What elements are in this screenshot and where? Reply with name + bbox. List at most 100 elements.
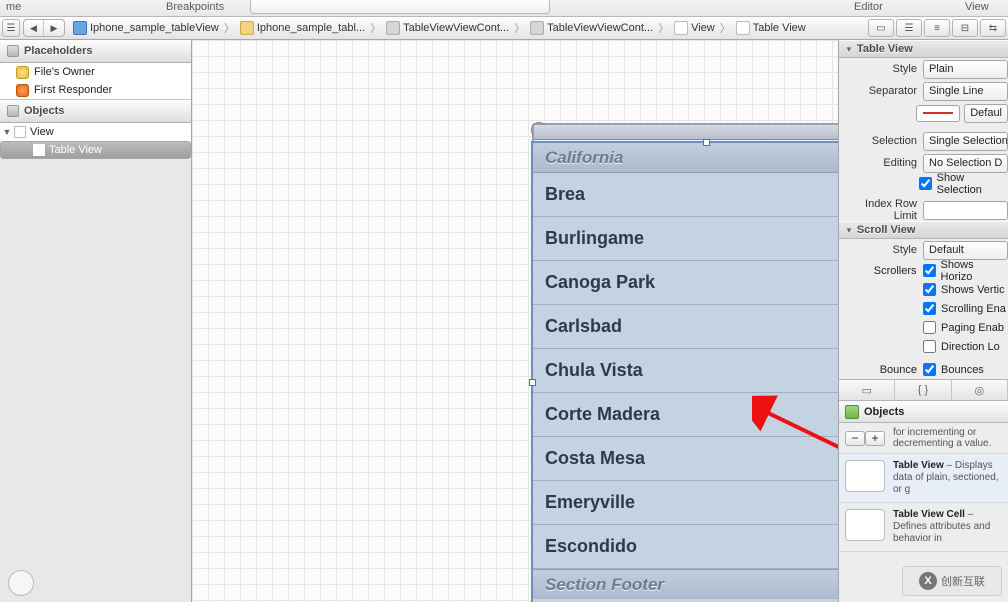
thumb-icon bbox=[845, 509, 885, 541]
table-cell[interactable]: Costa Mesa bbox=[533, 437, 838, 481]
crumb-label: View bbox=[691, 22, 715, 34]
direction-lock-checkbox[interactable] bbox=[923, 340, 936, 353]
library-header[interactable]: Objects bbox=[839, 401, 1008, 423]
bounces-checkbox[interactable] bbox=[923, 363, 936, 376]
table-cell[interactable]: Burlingame bbox=[533, 217, 838, 261]
table-cell[interactable]: Emeryville bbox=[533, 481, 838, 525]
device-frame[interactable]: ✕ California Brea Burlingame Canoga Park… bbox=[532, 123, 838, 602]
crumb-project[interactable]: Iphone_sample_tableView bbox=[69, 17, 223, 40]
scrolling-enabled-checkbox[interactable] bbox=[923, 302, 936, 315]
table-view[interactable]: California Brea Burlingame Canoga Park C… bbox=[531, 141, 838, 602]
stepper-minus-button[interactable]: − bbox=[845, 431, 865, 446]
resize-handle-left[interactable] bbox=[529, 379, 536, 386]
view-icon bbox=[14, 126, 26, 138]
menu-view[interactable]: View bbox=[965, 1, 989, 13]
library-object-tab[interactable]: ◎ bbox=[952, 380, 1008, 400]
outline-tableview-row[interactable]: Table View bbox=[0, 141, 191, 159]
chevron-right-icon: 〉 bbox=[657, 20, 670, 36]
inspector-panel: ▼Table View StylePlain SeparatorSingle L… bbox=[838, 40, 1008, 602]
field-label: Scrollers bbox=[843, 265, 923, 277]
crumb-folder[interactable]: Iphone_sample_tabl... bbox=[236, 17, 369, 40]
table-cell[interactable]: Brea bbox=[533, 173, 838, 217]
related-items-button[interactable]: ☰ bbox=[2, 19, 20, 37]
identity-inspector-tab[interactable]: ≡ bbox=[924, 19, 950, 37]
library-tabstrip: ▭ { } ◎ bbox=[839, 379, 1008, 401]
table-view-section-header[interactable]: ▼Table View bbox=[839, 40, 1008, 58]
disclosure-triangle-icon[interactable]: ▼ bbox=[845, 226, 853, 235]
paging-enabled-row: Paging Enab bbox=[839, 318, 1008, 337]
menu-breakpoints[interactable]: Breakpoints bbox=[166, 1, 224, 13]
disclosure-triangle-icon[interactable]: ▼ bbox=[0, 127, 14, 137]
field-label: Style bbox=[843, 244, 923, 256]
item-text: Defines attributes and behavior in bbox=[893, 521, 990, 544]
editing-select[interactable]: No Selection D bbox=[923, 154, 1008, 173]
chevron-right-icon: 〉 bbox=[369, 20, 382, 36]
default-color-select[interactable]: Defaul bbox=[964, 104, 1008, 123]
scroll-style-select[interactable]: Default bbox=[923, 241, 1008, 260]
objects-header[interactable]: Objects bbox=[0, 100, 191, 123]
objects-icon bbox=[845, 405, 859, 419]
resize-handle-top[interactable] bbox=[703, 139, 710, 146]
style-select[interactable]: Plain bbox=[923, 60, 1008, 79]
size-inspector-tab[interactable]: ⇆ bbox=[980, 19, 1006, 37]
library-file-tab[interactable]: ▭ bbox=[839, 380, 895, 400]
selection-field: SelectionSingle Selection bbox=[839, 130, 1008, 152]
menu-left: me bbox=[6, 1, 21, 13]
attributes-inspector-tab[interactable]: ⊟ bbox=[952, 19, 978, 37]
checkbox-label: Scrolling Ena bbox=[941, 303, 1006, 315]
nav-forward-button[interactable]: ▶ bbox=[44, 20, 64, 36]
watermark: X创新互联 bbox=[902, 566, 1002, 596]
crumb-file-h[interactable]: TableViewViewCont... bbox=[382, 17, 513, 40]
stepper-plus-button[interactable]: + bbox=[865, 431, 885, 446]
thumb-icon bbox=[845, 460, 885, 492]
library-item-table-view-cell[interactable]: Table View Cell – Defines attributes and… bbox=[839, 503, 1008, 552]
table-cell[interactable]: Chula Vista bbox=[533, 349, 838, 393]
library-item-table-view[interactable]: Table View – Displays data of plain, sec… bbox=[839, 454, 1008, 503]
table-cell[interactable]: Escondido bbox=[533, 525, 838, 569]
table-cell[interactable]: Carlsbad bbox=[533, 305, 838, 349]
index-row-limit-input[interactable] bbox=[923, 201, 1008, 220]
separator-select[interactable]: Single Line bbox=[923, 82, 1008, 101]
menu-editor[interactable]: Editor bbox=[854, 1, 883, 13]
crumb-view[interactable]: View bbox=[670, 17, 719, 40]
library-item-stepper[interactable]: −+ for incrementing or decrementing a va… bbox=[839, 423, 1008, 454]
nav-back-button[interactable]: ◀ bbox=[24, 20, 44, 36]
files-owner-item[interactable]: File's Owner bbox=[0, 63, 191, 81]
show-selection-checkbox[interactable] bbox=[919, 177, 932, 190]
checkbox-label: Shows Vertic bbox=[941, 284, 1005, 296]
placeholders-label: Placeholders bbox=[24, 45, 92, 57]
document-outline: Placeholders File's Owner First Responde… bbox=[0, 40, 192, 602]
selection-select[interactable]: Single Selection bbox=[923, 132, 1008, 151]
separator-color-field: Defaul bbox=[839, 102, 1008, 124]
crumb-tableview[interactable]: Table View bbox=[732, 17, 810, 40]
table-cell[interactable]: Canoga Park bbox=[533, 261, 838, 305]
interface-builder-canvas[interactable]: ✕ California Brea Burlingame Canoga Park… bbox=[192, 40, 838, 602]
outline-view-row[interactable]: ▼View bbox=[0, 123, 191, 141]
file-inspector-tab[interactable]: ▭ bbox=[868, 19, 894, 37]
placeholders-list: File's Owner First Responder bbox=[0, 63, 191, 100]
placeholders-header[interactable]: Placeholders bbox=[0, 40, 191, 63]
crumb-file-h2[interactable]: TableViewViewCont... bbox=[526, 17, 657, 40]
checkbox-label: Paging Enab bbox=[941, 322, 1004, 334]
chevron-right-icon: 〉 bbox=[223, 20, 236, 36]
shows-vertical-checkbox[interactable] bbox=[923, 283, 936, 296]
section-footer: Section Footer bbox=[533, 569, 838, 599]
checkbox-label: Bounces bbox=[941, 364, 984, 376]
recent-files-icon[interactable] bbox=[8, 570, 34, 596]
jump-bar-search[interactable] bbox=[250, 0, 550, 14]
breadcrumb: Iphone_sample_tableView〉 Iphone_sample_t… bbox=[69, 17, 864, 40]
disclosure-triangle-icon[interactable]: ▼ bbox=[845, 45, 853, 54]
stepper-desc: for incrementing or decrementing a value… bbox=[893, 427, 1002, 449]
chevron-right-icon: 〉 bbox=[513, 20, 526, 36]
library-code-tab[interactable]: { } bbox=[895, 380, 951, 400]
quick-help-tab[interactable]: ☰ bbox=[896, 19, 922, 37]
table-cell[interactable]: Corte Madera bbox=[533, 393, 838, 437]
color-swatch[interactable] bbox=[916, 105, 960, 122]
crumb-label: Table View bbox=[753, 22, 806, 34]
row-label: Table View bbox=[49, 144, 102, 156]
shows-horizontal-checkbox[interactable] bbox=[923, 264, 936, 277]
nav-buttons: ◀ ▶ bbox=[23, 19, 65, 37]
paging-enabled-checkbox[interactable] bbox=[923, 321, 936, 334]
scroll-view-section-header[interactable]: ▼Scroll View bbox=[839, 221, 1008, 239]
first-responder-item[interactable]: First Responder bbox=[0, 81, 191, 99]
